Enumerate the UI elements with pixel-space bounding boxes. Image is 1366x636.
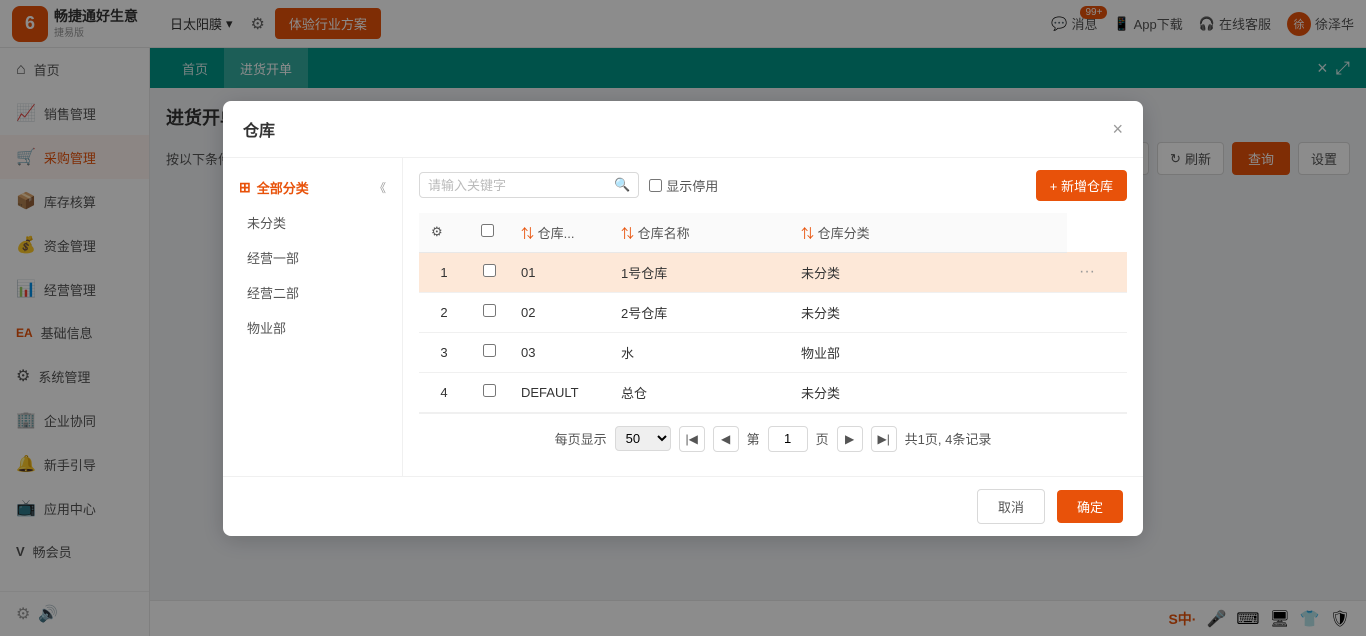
table-header-row: ⚙ ⇅ 仓库... ⇅: [419, 213, 1127, 253]
per-page-select[interactable]: 50 20 100: [615, 426, 671, 451]
row-cat-4: 未分类: [789, 372, 1067, 412]
col-code-header: ⇅ 仓库...: [509, 213, 609, 253]
warehouse-modal: 仓库 × ⊞ 全部分类 《 未分类 经营一部 经营二部 物业部: [223, 101, 1143, 536]
row-name-4: 总仓: [609, 372, 789, 412]
row-name-2: 2号仓库: [609, 292, 789, 332]
modal-main: 🔍 显示停用 + 新增仓库 ⚙: [403, 158, 1143, 476]
page-last-btn[interactable]: ▶|: [871, 426, 897, 452]
row-action-4[interactable]: [1067, 372, 1127, 412]
pagination-bar: 每页显示 50 20 100 |◀ ◀ 第 页 ▶ ▶| 共1页, 4条记录: [419, 413, 1127, 464]
row-num-4: 4: [419, 372, 469, 412]
sort-icon-cat: ⇅: [801, 226, 814, 241]
row-action-2[interactable]: [1067, 292, 1127, 332]
search-icon[interactable]: 🔍: [614, 177, 630, 193]
table-row[interactable]: 1 01 1号仓库 未分类 ···: [419, 252, 1127, 292]
sort-icon-name: ⇅: [621, 226, 634, 241]
cancel-button[interactable]: 取消: [977, 489, 1045, 524]
cat-item-property[interactable]: 物业部: [223, 310, 402, 345]
row-cat-3: 物业部: [789, 332, 1067, 372]
page-next-btn[interactable]: ▶: [837, 426, 863, 452]
collapse-icon[interactable]: 《: [374, 179, 386, 196]
cat-all-label: ⊞ 全部分类: [239, 178, 309, 197]
col-name-header: ⇅ 仓库名称: [609, 213, 789, 253]
row-cat-2: 未分类: [789, 292, 1067, 332]
page-prev-btn[interactable]: ◀: [713, 426, 739, 452]
warehouse-table: ⚙ ⇅ 仓库... ⇅: [419, 213, 1127, 413]
row-num-2: 2: [419, 292, 469, 332]
table-row[interactable]: 2 02 2号仓库 未分类: [419, 292, 1127, 332]
row-checkbox-3[interactable]: [483, 344, 496, 357]
col-settings: ⚙: [419, 213, 469, 253]
cat-item-uncategorized[interactable]: 未分类: [223, 205, 402, 240]
page-label: 第: [747, 429, 760, 448]
per-page-label: 每页显示: [555, 429, 607, 448]
cat-item-ops2[interactable]: 经营二部: [223, 275, 402, 310]
row-code-1: 01: [509, 252, 609, 292]
settings-col-icon: ⚙: [431, 224, 443, 239]
page-first-btn[interactable]: |◀: [679, 426, 705, 452]
search-input[interactable]: [428, 178, 608, 193]
table-row[interactable]: 4 DEFAULT 总仓 未分类: [419, 372, 1127, 412]
table-body: 1 01 1号仓库 未分类 ··· 2 02 2: [419, 252, 1127, 412]
col-checkbox-header: [469, 213, 509, 253]
modal-action-footer: 取消 确定: [223, 476, 1143, 536]
show-disabled-checkbox[interactable]: [649, 179, 662, 192]
confirm-button[interactable]: 确定: [1057, 490, 1123, 523]
row-code-2: 02: [509, 292, 609, 332]
page-number-input[interactable]: [768, 426, 808, 452]
modal-toolbar: 🔍 显示停用 + 新增仓库: [419, 170, 1127, 201]
table-head: ⚙ ⇅ 仓库... ⇅: [419, 213, 1127, 253]
grid-icon: ⊞: [239, 179, 251, 196]
select-all-checkbox[interactable]: [481, 224, 494, 237]
table-row[interactable]: 3 03 水 物业部: [419, 332, 1127, 372]
row-checkbox-4[interactable]: [483, 384, 496, 397]
cat-all-header[interactable]: ⊞ 全部分类 《: [223, 170, 402, 205]
modal-body: ⊞ 全部分类 《 未分类 经营一部 经营二部 物业部 🔍: [223, 158, 1143, 476]
row-num-1: 1: [419, 252, 469, 292]
row-code-4: DEFAULT: [509, 372, 609, 412]
table-scroll-area: ⚙ ⇅ 仓库... ⇅: [419, 213, 1127, 413]
row-dots-1[interactable]: ···: [1079, 263, 1095, 280]
row-check-2[interactable]: [469, 292, 509, 332]
page-unit: 页: [816, 429, 829, 448]
row-check-3[interactable]: [469, 332, 509, 372]
sort-icon-code: ⇅: [521, 226, 534, 241]
modal-category-sidebar: ⊞ 全部分类 《 未分类 经营一部 经营二部 物业部: [223, 158, 403, 476]
row-name-3: 水: [609, 332, 789, 372]
cat-item-ops1[interactable]: 经营一部: [223, 240, 402, 275]
show-disabled-label[interactable]: 显示停用: [649, 176, 718, 195]
row-code-3: 03: [509, 332, 609, 372]
col-cat-header: ⇅ 仓库分类: [789, 213, 1067, 253]
add-warehouse-button[interactable]: + 新增仓库: [1036, 170, 1127, 201]
row-check-4[interactable]: [469, 372, 509, 412]
modal-overlay: 仓库 × ⊞ 全部分类 《 未分类 经营一部 经营二部 物业部: [0, 0, 1366, 636]
row-name-1: 1号仓库: [609, 252, 789, 292]
row-num-3: 3: [419, 332, 469, 372]
row-check-1[interactable]: [469, 252, 509, 292]
row-action-3[interactable]: [1067, 332, 1127, 372]
row-checkbox-2[interactable]: [483, 304, 496, 317]
row-action-1[interactable]: ···: [1067, 252, 1127, 292]
modal-title: 仓库: [243, 117, 275, 141]
modal-close-button[interactable]: ×: [1112, 120, 1123, 138]
row-checkbox-1[interactable]: [483, 264, 496, 277]
search-input-wrap: 🔍: [419, 172, 639, 198]
total-info: 共1页, 4条记录: [905, 429, 992, 448]
modal-header: 仓库 ×: [223, 101, 1143, 158]
row-cat-1: 未分类: [789, 252, 1067, 292]
